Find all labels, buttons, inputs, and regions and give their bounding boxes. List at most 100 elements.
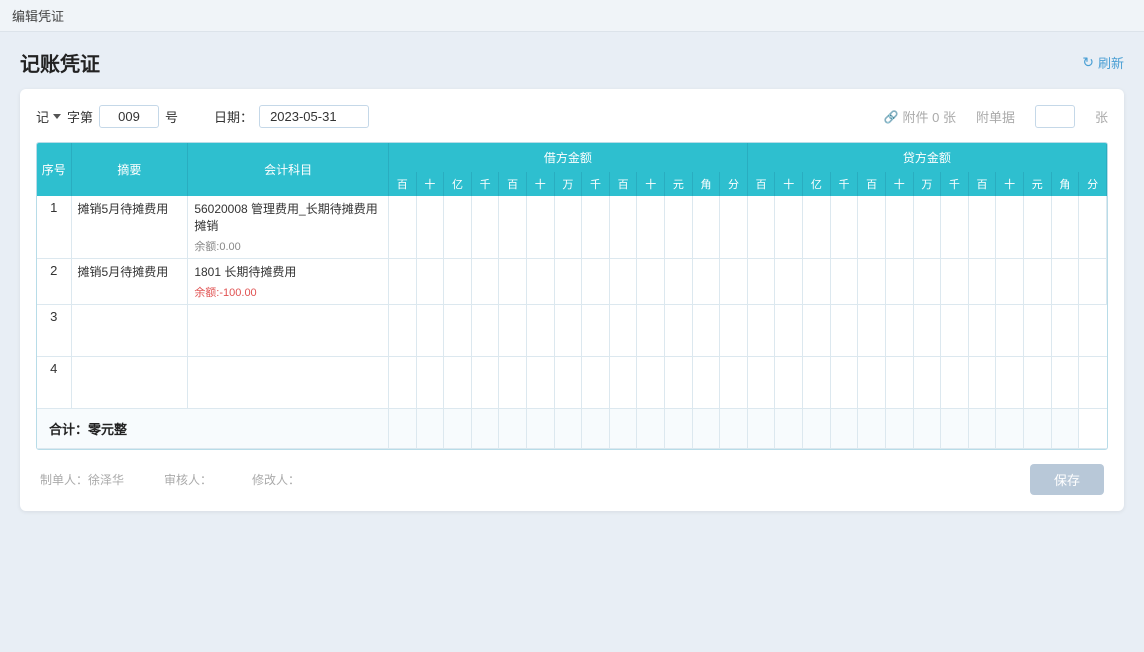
row3-subject[interactable] [188, 305, 389, 357]
row1-debit-d8[interactable] [582, 196, 610, 259]
digit-shi4: 十 [775, 172, 803, 196]
table-row: 4 [37, 357, 1107, 409]
row2-debit-d4[interactable] [471, 259, 499, 305]
row1-debit-d4[interactable] [471, 196, 499, 259]
paperclip-icon: 🔗 [884, 110, 899, 124]
attachment-area: 🔗 附件 0 张 [884, 107, 956, 126]
row1-debit-d7[interactable] [554, 196, 582, 259]
row1-credit-d13[interactable] [1079, 196, 1107, 259]
creator-field: 制单人：徐泽华 [40, 471, 124, 488]
row2-debit-d5[interactable] [499, 259, 527, 305]
digit-wan2: 万 [913, 172, 941, 196]
row1-credit-d5[interactable] [858, 196, 886, 259]
attachment-label: 附件 0 张 [903, 107, 956, 126]
row2-credit-d10[interactable] [996, 259, 1024, 305]
row1-credit-d4[interactable] [830, 196, 858, 259]
digit-qian2: 千 [582, 172, 610, 196]
row1-credit-d1[interactable] [747, 196, 775, 259]
row2-credit-d13[interactable] [1079, 259, 1107, 305]
row2-credit-d6[interactable] [885, 259, 913, 305]
fudan-count-input[interactable] [1035, 105, 1075, 128]
digit-qian3: 千 [830, 172, 858, 196]
table-row: 3 [37, 305, 1107, 357]
row1-credit-d3[interactable] [803, 196, 831, 259]
digit-jiao2: 角 [1051, 172, 1079, 196]
digit-bai3: 百 [609, 172, 637, 196]
col-header-seq: 序号 [37, 143, 71, 196]
row1-credit-d12[interactable] [1051, 196, 1079, 259]
row2-credit-d9[interactable] [968, 259, 996, 305]
row1-debit-d2[interactable] [416, 196, 444, 259]
digit-yi2: 亿 [803, 172, 831, 196]
digit-shi3: 十 [637, 172, 665, 196]
row2-credit-d7[interactable] [913, 259, 941, 305]
row1-debit-d13[interactable] [720, 196, 748, 259]
row2-credit-d8[interactable] [941, 259, 969, 305]
voucher-number-input[interactable] [99, 105, 159, 128]
save-button[interactable]: 保存 [1030, 464, 1104, 495]
row3-seq: 3 [37, 305, 71, 357]
digit-fen1: 分 [720, 172, 748, 196]
window-title: 编辑凭证 [12, 6, 64, 25]
col-header-subject: 会计科目 [188, 143, 389, 196]
row1-summary[interactable]: 摊销5月待摊费用 [71, 196, 188, 259]
creator-name: 徐泽华 [88, 473, 124, 487]
row2-debit-d13[interactable] [720, 259, 748, 305]
row1-credit-d11[interactable] [1023, 196, 1051, 259]
digit-shi5: 十 [885, 172, 913, 196]
row1-credit-d8[interactable] [941, 196, 969, 259]
row1-credit-d2[interactable] [775, 196, 803, 259]
row2-debit-d1[interactable] [388, 259, 416, 305]
row3-summary[interactable] [71, 305, 188, 357]
row2-debit-d11[interactable] [665, 259, 693, 305]
creator-label: 制单人： [40, 473, 88, 487]
row4-subject[interactable] [188, 357, 389, 409]
digit-jiao1: 角 [692, 172, 720, 196]
row2-credit-d4[interactable] [830, 259, 858, 305]
digit-bai1: 百 [388, 172, 416, 196]
row4-summary[interactable] [71, 357, 188, 409]
row1-debit-d5[interactable] [499, 196, 527, 259]
row1-debit-d9[interactable] [609, 196, 637, 259]
row2-debit-d9[interactable] [609, 259, 637, 305]
row2-subject[interactable]: 1801 长期待摊费用 余额:-100.00 [188, 259, 389, 305]
row1-credit-d10[interactable] [996, 196, 1024, 259]
row2-credit-d11[interactable] [1023, 259, 1051, 305]
row2-debit-d6[interactable] [526, 259, 554, 305]
row2-credit-d5[interactable] [858, 259, 886, 305]
digit-shi6: 十 [996, 172, 1024, 196]
voucher-type-dropdown[interactable]: 记 [36, 107, 61, 126]
row2-debit-d10[interactable] [637, 259, 665, 305]
row2-debit-d3[interactable] [444, 259, 472, 305]
modifier-field: 修改人： [252, 471, 300, 488]
row2-debit-d8[interactable] [582, 259, 610, 305]
table-row: 1 摊销5月待摊费用 56020008 管理费用_长期待摊费用摊销 余额:0.0… [37, 196, 1107, 259]
row4-seq: 4 [37, 357, 71, 409]
row2-credit-d12[interactable] [1051, 259, 1079, 305]
col-header-debit: 借方金额 [388, 143, 747, 172]
row2-debit-d12[interactable] [692, 259, 720, 305]
total-label: 合计：零元整 [37, 409, 388, 449]
table-row: 2 摊销5月待摊费用 1801 长期待摊费用 余额:-100.00 [37, 259, 1107, 305]
row1-credit-d6[interactable] [885, 196, 913, 259]
refresh-icon: ↻ [1082, 54, 1094, 71]
row2-debit-d2[interactable] [416, 259, 444, 305]
row2-debit-d7[interactable] [554, 259, 582, 305]
row1-debit-d3[interactable] [444, 196, 472, 259]
digit-yuan2: 元 [1023, 172, 1051, 196]
row1-credit-d7[interactable] [913, 196, 941, 259]
row2-credit-d1[interactable] [747, 259, 775, 305]
row2-credit-d3[interactable] [803, 259, 831, 305]
row1-debit-d1[interactable] [388, 196, 416, 259]
refresh-button[interactable]: ↻ 刷新 [1082, 53, 1124, 72]
row2-summary[interactable]: 摊销5月待摊费用 [71, 259, 188, 305]
chevron-down-icon [53, 114, 61, 119]
row1-debit-d12[interactable] [692, 196, 720, 259]
row1-subject[interactable]: 56020008 管理费用_长期待摊费用摊销 余额:0.00 [188, 196, 389, 259]
row1-credit-d9[interactable] [968, 196, 996, 259]
row1-debit-d6[interactable] [526, 196, 554, 259]
date-input[interactable] [259, 105, 369, 128]
row2-credit-d2[interactable] [775, 259, 803, 305]
row1-debit-d10[interactable] [637, 196, 665, 259]
row1-debit-d11[interactable] [665, 196, 693, 259]
